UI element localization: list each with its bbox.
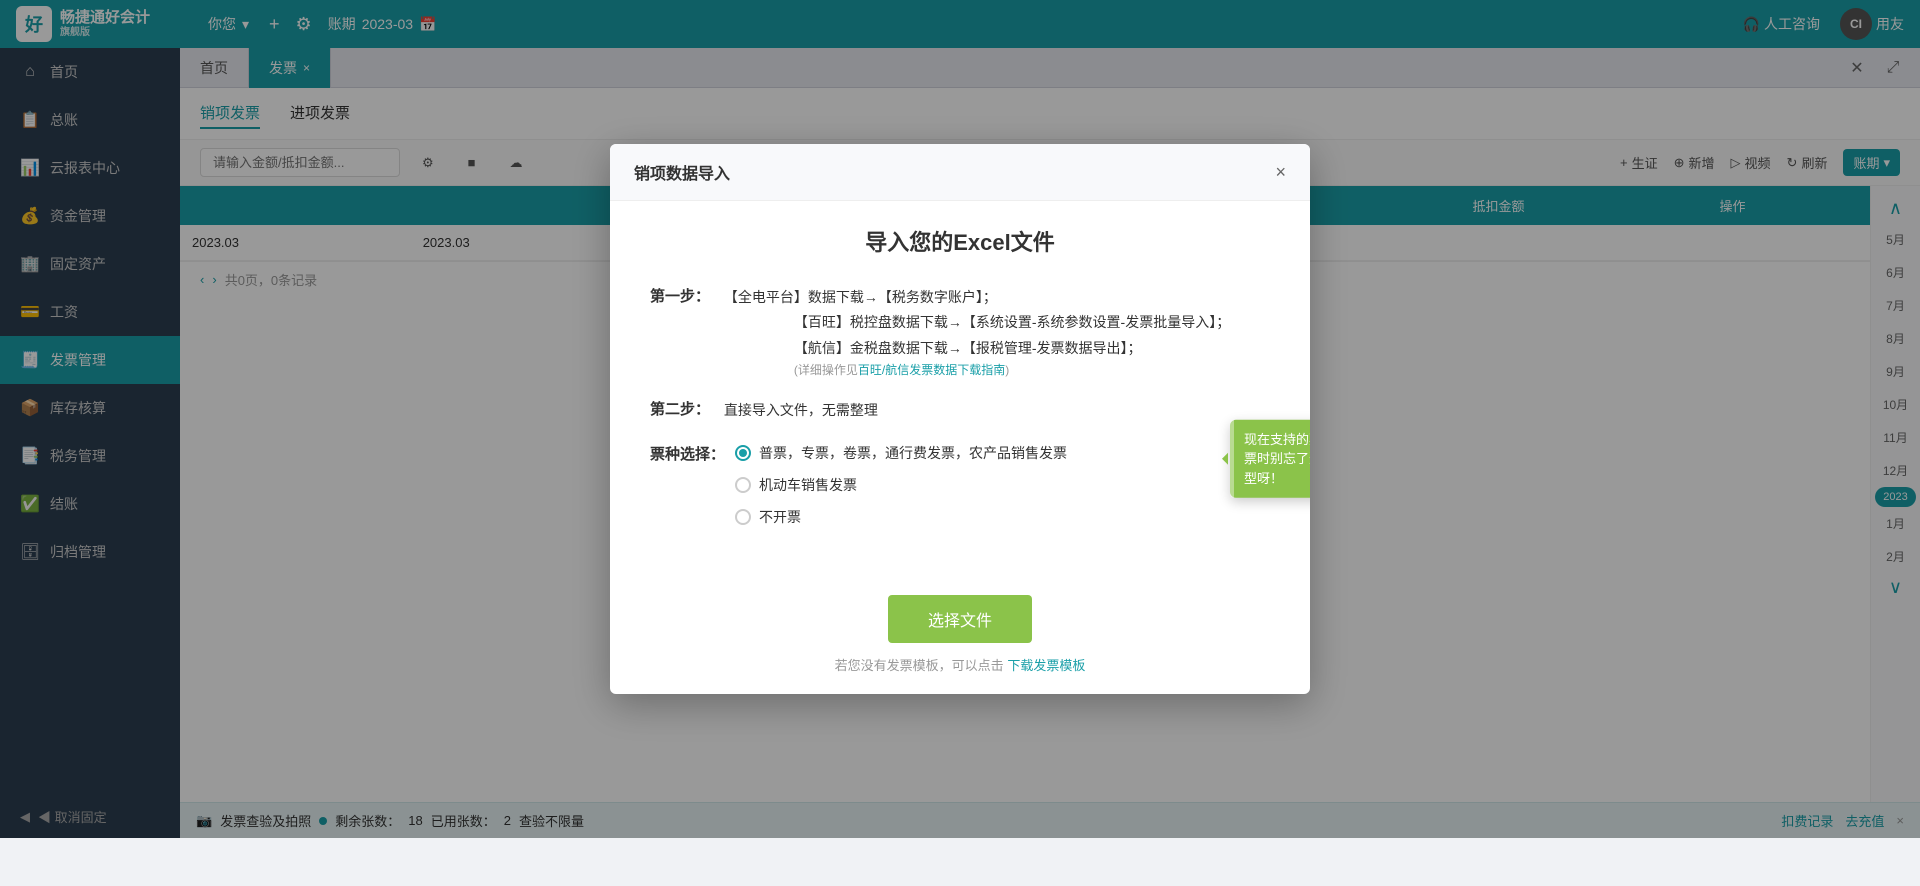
modal-header: 销项数据导入 × bbox=[610, 144, 1310, 201]
ticket-option-vehicle[interactable]: 机动车销售发票 bbox=[735, 475, 1270, 495]
step1-content: 【全电平台】数据下载→【税务数字账户】； 【百旺】税控盘数据下载→【系统设置-系… bbox=[724, 285, 1230, 378]
modal-body: 导入您的Excel文件 第一步： 【全电平台】数据下载→【税务数字账户】； 【百… bbox=[610, 201, 1310, 579]
tooltip-text: 现在支持的票种多了，导入发票时别忘了选择正确的发票类型呀！ bbox=[1244, 432, 1310, 486]
modal-dialog: 销项数据导入 × 导入您的Excel文件 第一步： 【全电平台】数据下载→【税务… bbox=[610, 144, 1310, 694]
radio-normal-label: 普票，专票，卷票，通行费发票，农产品销售发票 bbox=[759, 443, 1067, 463]
modal-title: 销项数据导入 bbox=[634, 160, 730, 184]
radio-normal[interactable]: 普票，专票，卷票，通行费发票，农产品销售发票 bbox=[735, 443, 1067, 463]
radio-dot-normal bbox=[739, 449, 747, 457]
step1-line2: 【百旺】税控盘数据下载→【系统设置-系统参数设置-发票批量导入】； bbox=[794, 310, 1230, 335]
radio-none-label: 不开票 bbox=[759, 507, 801, 527]
step2-text: 直接导入文件，无需整理 bbox=[724, 402, 878, 418]
ticket-label: 票种选择： bbox=[650, 443, 725, 464]
download-template-link[interactable]: 下载发票模板 bbox=[1007, 658, 1085, 673]
modal-main-title: 导入您的Excel文件 bbox=[650, 225, 1270, 257]
ticket-option-normal: 普票，专票，卷票，通行费发票，农产品销售发票 × 现在支持的票种多了，导入发票时… bbox=[735, 443, 1270, 475]
step2-content: 直接导入文件，无需整理 bbox=[724, 398, 878, 423]
download-note: 若您没有发票模板，可以点击 下载发票模板 bbox=[835, 655, 1086, 674]
select-file-button[interactable]: 选择文件 bbox=[888, 595, 1032, 643]
radio-circle-vehicle[interactable] bbox=[735, 477, 751, 493]
ticket-type-group: 票种选择： 普票，专票，卷票，通行费发票，农产品销售发票 bbox=[650, 443, 1270, 539]
ticket-options: 普票，专票，卷票，通行费发票，农产品销售发票 × 现在支持的票种多了，导入发票时… bbox=[735, 443, 1270, 539]
download-guide-link[interactable]: 百旺/航信发票数据下载指南 bbox=[858, 363, 1005, 377]
step1-link: (详细操作见百旺/航信发票数据下载指南) bbox=[794, 361, 1009, 378]
modal-close-button[interactable]: × bbox=[1275, 163, 1286, 181]
step2-label: 第二步： bbox=[650, 398, 720, 419]
step2-block: 第二步： 直接导入文件，无需整理 bbox=[650, 398, 1270, 423]
radio-circle-normal[interactable] bbox=[735, 445, 751, 461]
step1-block: 第一步： 【全电平台】数据下载→【税务数字账户】； 【百旺】税控盘数据下载→【系… bbox=[650, 285, 1270, 378]
ticket-option-none[interactable]: 不开票 bbox=[735, 507, 1270, 527]
radio-vehicle-label: 机动车销售发票 bbox=[759, 475, 857, 495]
ticket-label-row: 票种选择： 普票，专票，卷票，通行费发票，农产品销售发票 bbox=[650, 443, 1270, 539]
step1-line1: 【全电平台】数据下载→【税务数字账户】； bbox=[724, 289, 997, 305]
tooltip-bar bbox=[1230, 420, 1234, 499]
step1-label: 第一步： bbox=[650, 285, 720, 306]
radio-circle-none[interactable] bbox=[735, 509, 751, 525]
step1-line3: 【航信】金税盘数据下载→【报税管理-发票数据导出】； bbox=[794, 336, 1142, 361]
tooltip-bubble: × 现在支持的票种多了，导入发票时别忘了选择正确的发票类型呀！ bbox=[1230, 420, 1310, 499]
modal-footer: 选择文件 若您没有发票模板，可以点击 下载发票模板 bbox=[610, 579, 1310, 694]
download-note-text: 若您没有发票模板，可以点击 bbox=[835, 658, 1004, 673]
modal-overlay[interactable]: 销项数据导入 × 导入您的Excel文件 第一步： 【全电平台】数据下载→【税务… bbox=[0, 0, 1920, 838]
